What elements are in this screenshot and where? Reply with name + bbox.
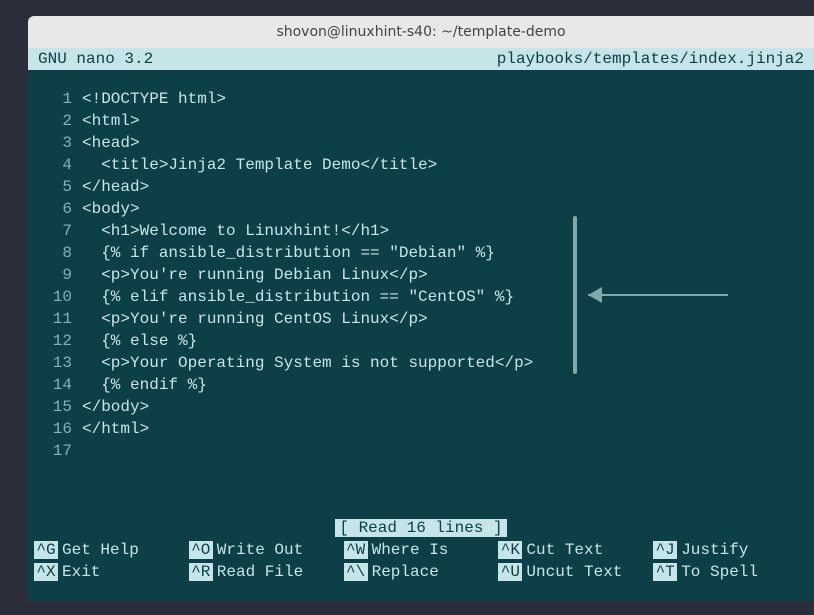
- line-number: 6: [28, 200, 78, 222]
- code-line[interactable]: <p>You're running CentOS Linux</p>: [78, 310, 814, 332]
- line-number: 15: [28, 398, 78, 420]
- shortcut-key: ^X: [34, 563, 58, 581]
- shortcut-label: Cut Text: [526, 541, 603, 559]
- shortcut-label: Uncut Text: [526, 563, 622, 581]
- line-number: 11: [28, 310, 78, 332]
- shortcut-key: ^G: [34, 541, 58, 559]
- code-line[interactable]: <body>: [78, 200, 814, 222]
- shortcut-label: Justify: [681, 541, 748, 559]
- shortcut-label: Get Help: [62, 541, 139, 559]
- line-number: 8: [28, 244, 78, 266]
- code-line[interactable]: {% if ansible_distribution == "Debian" %…: [78, 244, 814, 266]
- shortcut-item[interactable]: ^JJustify: [653, 539, 808, 561]
- shortcut-item[interactable]: ^KCut Text: [498, 539, 653, 561]
- shortcut-item[interactable]: ^OWrite Out: [189, 539, 344, 561]
- line-number: 2: [28, 112, 78, 134]
- app-name: GNU nano 3.2: [28, 50, 157, 68]
- line-number: 4: [28, 156, 78, 178]
- window-title: shovon@linuxhint-s40: ~/template-demo: [276, 24, 565, 40]
- file-content[interactable]: <!DOCTYPE html><html><head> <title>Jinja…: [78, 90, 814, 464]
- code-line[interactable]: <h1>Welcome to Linuxhint!</h1>: [78, 222, 814, 244]
- code-line[interactable]: {% else %}: [78, 332, 814, 354]
- shortcut-key: ^O: [189, 541, 213, 559]
- line-number: 7: [28, 222, 78, 244]
- terminal-window: shovon@linuxhint-s40: ~/template-demo GN…: [28, 16, 814, 601]
- line-numbers: 1234567891011121314151617: [28, 90, 78, 464]
- window-titlebar: shovon@linuxhint-s40: ~/template-demo: [28, 16, 814, 48]
- line-number: 16: [28, 420, 78, 442]
- line-number: 9: [28, 266, 78, 288]
- shortcut-item[interactable]: ^RRead File: [189, 561, 344, 583]
- shortcut-key: ^R: [189, 563, 213, 581]
- shortcut-key: ^T: [653, 563, 677, 581]
- shortcut-label: Where Is: [372, 541, 449, 559]
- shortcut-bar: ^GGet Help^OWrite Out^WWhere Is^KCut Tex…: [28, 539, 814, 583]
- shortcut-item[interactable]: ^UUncut Text: [498, 561, 653, 583]
- code-line[interactable]: <title>Jinja2 Template Demo</title>: [78, 156, 814, 178]
- status-message: [ Read 16 lines ]: [28, 519, 814, 537]
- code-line[interactable]: </body>: [78, 398, 814, 420]
- nano-statusbar: GNU nano 3.2 playbooks/templates/index.j…: [28, 48, 814, 70]
- line-number: 3: [28, 134, 78, 156]
- editor-filename: playbooks/templates/index.jinja2: [497, 50, 814, 68]
- shortcut-key: ^W: [344, 541, 368, 559]
- shortcut-item[interactable]: ^WWhere Is: [344, 539, 499, 561]
- annotation-arrow-icon: [588, 285, 728, 305]
- shortcut-label: Replace: [372, 563, 439, 581]
- shortcut-key: ^J: [653, 541, 677, 559]
- code-line[interactable]: <p>Your Operating System is not supporte…: [78, 354, 814, 376]
- terminal-content: GNU nano 3.2 playbooks/templates/index.j…: [28, 48, 814, 601]
- shortcut-item[interactable]: ^XExit: [34, 561, 189, 583]
- nano-footer: [ Read 16 lines ] ^GGet Help^OWrite Out^…: [28, 519, 814, 583]
- line-number: 5: [28, 178, 78, 200]
- code-line[interactable]: [78, 442, 814, 464]
- shortcut-label: Exit: [62, 563, 100, 581]
- shortcut-item[interactable]: ^\Replace: [344, 561, 499, 583]
- editor-area[interactable]: 1234567891011121314151617 <!DOCTYPE html…: [28, 70, 814, 464]
- code-line[interactable]: <head>: [78, 134, 814, 156]
- line-number: 13: [28, 354, 78, 376]
- code-line[interactable]: </html>: [78, 420, 814, 442]
- shortcut-item[interactable]: ^TTo Spell: [653, 561, 808, 583]
- code-line[interactable]: </head>: [78, 178, 814, 200]
- annotation-bracket: [573, 216, 577, 374]
- code-line[interactable]: {% endif %}: [78, 376, 814, 398]
- shortcut-label: Read File: [217, 563, 303, 581]
- shortcut-key: ^\: [344, 563, 368, 581]
- shortcut-item[interactable]: ^GGet Help: [34, 539, 189, 561]
- line-number: 12: [28, 332, 78, 354]
- line-number: 14: [28, 376, 78, 398]
- line-number: 1: [28, 90, 78, 112]
- line-number: 17: [28, 442, 78, 464]
- code-line[interactable]: <html>: [78, 112, 814, 134]
- shortcut-label: To Spell: [681, 563, 758, 581]
- line-number: 10: [28, 288, 78, 310]
- shortcut-key: ^K: [498, 541, 522, 559]
- shortcut-label: Write Out: [217, 541, 303, 559]
- code-line[interactable]: <!DOCTYPE html>: [78, 90, 814, 112]
- shortcut-key: ^U: [498, 563, 522, 581]
